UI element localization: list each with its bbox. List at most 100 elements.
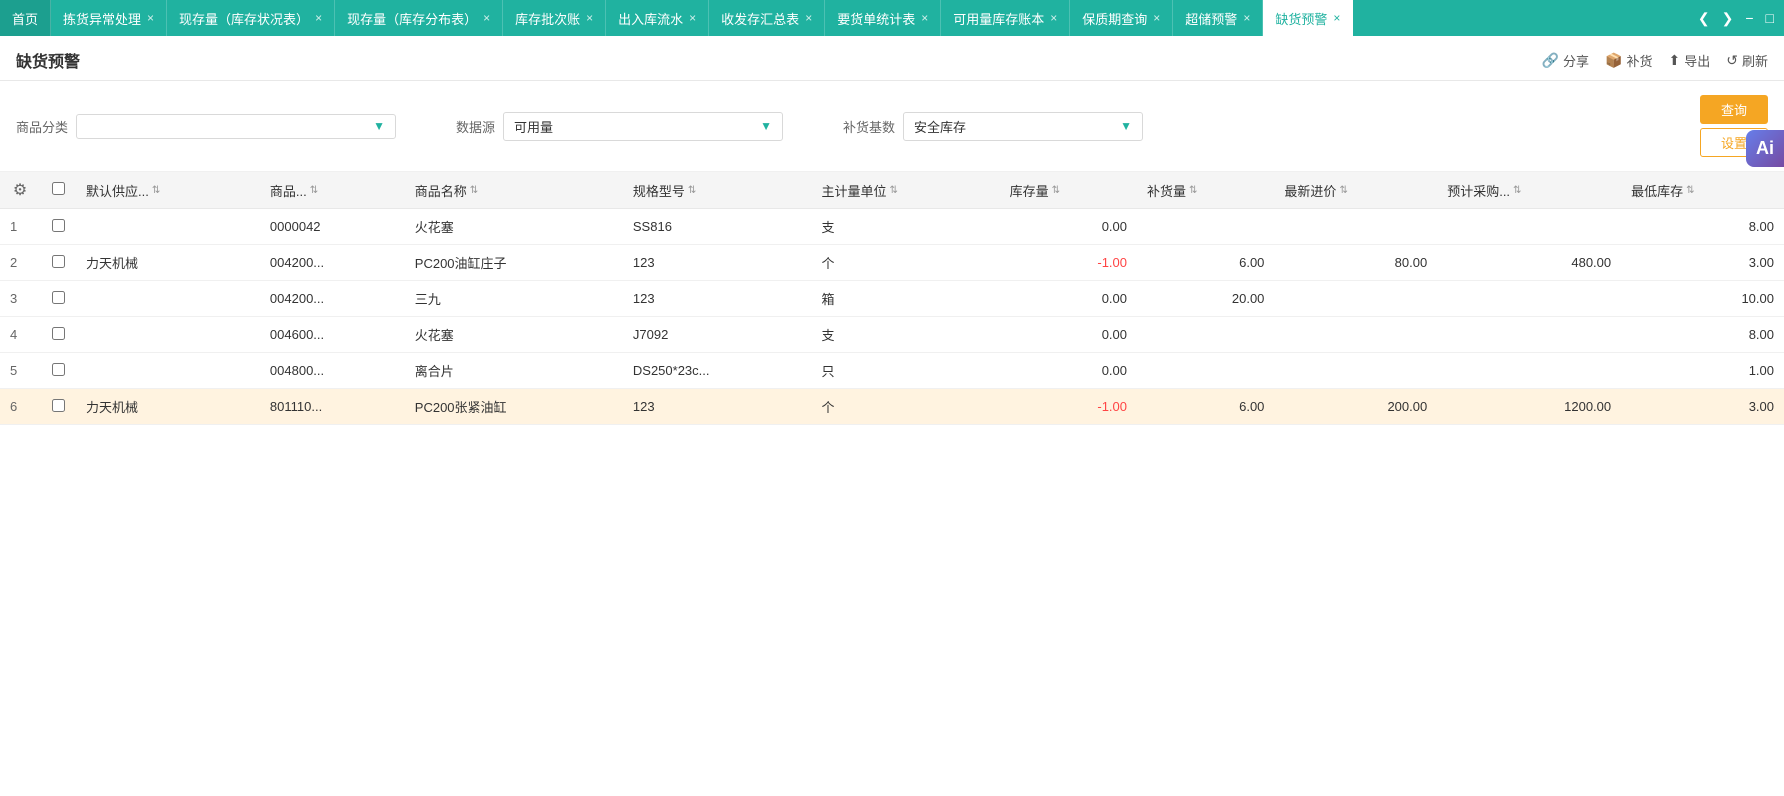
query-button[interactable]: 查询 [1700,95,1768,124]
row-product-code: 004200... [260,245,405,281]
col-est-purchase: 预计采购... ⇅ [1437,172,1621,209]
row-checkbox[interactable] [52,255,65,268]
row-stock-qty: 0.00 [1000,317,1137,353]
gear-icon[interactable]: ⚙ [13,182,27,199]
row-stock-qty: 0.00 [1000,281,1137,317]
tab-close-available[interactable]: × [1050,11,1057,25]
sort-est-purchase[interactable]: 预计采购... ⇅ [1447,181,1521,200]
row-spec: 123 [623,245,812,281]
row-est-purchase [1437,281,1621,317]
refresh-button[interactable]: ↺ 刷新 [1726,51,1768,70]
col-replenish-qty: 补货量 ⇅ [1137,172,1274,209]
sort-icon-name: ⇅ [470,185,478,196]
col-checkbox-header [40,172,76,209]
row-supplier [76,317,260,353]
tab-summary[interactable]: 收发存汇总表 × [709,0,825,36]
data-table: ⚙ 默认供应... ⇅ 商品... ⇅ [0,172,1784,425]
tab-close-inventory-status[interactable]: × [315,11,322,25]
table-header-row: ⚙ 默认供应... ⇅ 商品... ⇅ [0,172,1784,209]
row-min-stock: 1.00 [1621,353,1784,389]
row-spec: 123 [623,281,812,317]
replenish-button[interactable]: 📦 补货 [1605,51,1652,70]
row-spec: DS250*23c... [623,353,812,389]
col-latest-price: 最新进价 ⇅ [1274,172,1437,209]
tab-home[interactable]: 首页 [0,0,51,36]
sort-product-code[interactable]: 商品... ⇅ [270,181,318,200]
tab-close-batch[interactable]: × [586,11,593,25]
tab-inventory-status[interactable]: 现存量（库存状况表） × [167,0,335,36]
tab-available[interactable]: 可用量库存账本 × [941,0,1070,36]
row-est-purchase [1437,209,1621,245]
tab-inout[interactable]: 出入库流水 × [606,0,709,36]
tab-close-picking[interactable]: × [147,11,154,25]
header-actions: 🔗 分享 📦 补货 ⬆ 导出 ↺ 刷新 [1542,51,1768,70]
row-product-name: 三九 [405,281,623,317]
tab-maximize[interactable]: □ [1760,0,1780,36]
row-checkbox[interactable] [52,399,65,412]
datasource-filter-group: 数据源 可用量 ▼ [456,112,783,141]
tab-close-overstock[interactable]: × [1243,11,1250,25]
tab-picking[interactable]: 拣货异常处理 × [51,0,167,36]
sort-min-stock[interactable]: 最低库存 ⇅ [1631,181,1694,200]
tab-batch[interactable]: 库存批次账 × [503,0,606,36]
row-latest-price [1274,317,1437,353]
sort-icon-stock: ⇅ [1052,185,1060,196]
share-button[interactable]: 🔗 分享 [1542,51,1589,70]
row-checkbox[interactable] [52,363,65,376]
table-row: 5 004800... 离合片 DS250*23c... 只 0.00 1.00 [0,353,1784,389]
row-supplier: 力天机械 [76,389,260,425]
sort-latest-price[interactable]: 最新进价 ⇅ [1284,181,1347,200]
tab-minimize[interactable]: − [1739,0,1759,36]
sort-spec[interactable]: 规格型号 ⇅ [633,181,696,200]
row-est-purchase [1437,317,1621,353]
ai-badge[interactable]: Ai [1746,130,1784,167]
sort-icon-supplier: ⇅ [152,185,160,196]
replenish-basis-dropdown-icon: ▼ [1120,119,1132,133]
page-header: 缺货预警 🔗 分享 📦 补货 ⬆ 导出 ↺ 刷新 [0,36,1784,81]
tab-nav-right[interactable]: ❯ [1716,0,1740,36]
page-title: 缺货预警 [16,48,80,72]
row-product-name: 火花塞 [405,209,623,245]
datasource-select[interactable]: 可用量 ▼ [503,112,783,141]
export-button[interactable]: ⬆ 导出 [1669,51,1711,70]
tab-close-requisition[interactable]: × [921,11,928,25]
tab-requisition[interactable]: 要货单统计表 × [825,0,941,36]
sort-product-name[interactable]: 商品名称 ⇅ [415,181,478,200]
sort-icon-code: ⇅ [310,185,318,196]
select-all-checkbox[interactable] [52,182,65,195]
row-unit: 支 [811,317,999,353]
sort-icon-est: ⇅ [1513,185,1521,196]
sort-replenish-qty[interactable]: 补货量 ⇅ [1147,181,1197,200]
tab-close-inout[interactable]: × [689,11,696,25]
row-latest-price [1274,209,1437,245]
row-min-stock: 8.00 [1621,317,1784,353]
replenish-basis-filter-group: 补货基数 安全库存 ▼ [843,112,1143,141]
row-product-code: 004800... [260,353,405,389]
row-checkbox[interactable] [52,219,65,232]
row-unit: 个 [811,389,999,425]
tab-overstock[interactable]: 超储预警 × [1173,0,1263,36]
share-icon: 🔗 [1542,52,1559,69]
row-checkbox[interactable] [52,327,65,340]
tab-inventory-dist[interactable]: 现存量（库存分布表） × [335,0,503,36]
sort-stock-qty[interactable]: 库存量 ⇅ [1010,181,1060,200]
row-number: 6 [0,389,40,425]
category-select-text [87,119,365,134]
row-stock-qty: 0.00 [1000,209,1137,245]
sort-default-supplier[interactable]: 默认供应... ⇅ [86,181,160,200]
tab-shortage[interactable]: 缺货预警 × [1263,0,1353,36]
sort-icon-replenish: ⇅ [1189,185,1197,196]
row-supplier [76,353,260,389]
tab-nav-left[interactable]: ❮ [1692,0,1716,36]
tab-close-shortage[interactable]: × [1333,11,1340,25]
tab-expiry[interactable]: 保质期查询 × [1070,0,1173,36]
row-checkbox[interactable] [52,291,65,304]
tab-close-summary[interactable]: × [805,11,812,25]
sort-unit[interactable]: 主计量单位 ⇅ [821,181,897,200]
tab-close-expiry[interactable]: × [1153,11,1160,25]
row-latest-price: 80.00 [1274,245,1437,281]
replenish-basis-select[interactable]: 安全库存 ▼ [903,112,1143,141]
tab-close-inventory-dist[interactable]: × [483,11,490,25]
row-checkbox-cell [40,353,76,389]
category-select[interactable]: ▼ [76,114,396,139]
